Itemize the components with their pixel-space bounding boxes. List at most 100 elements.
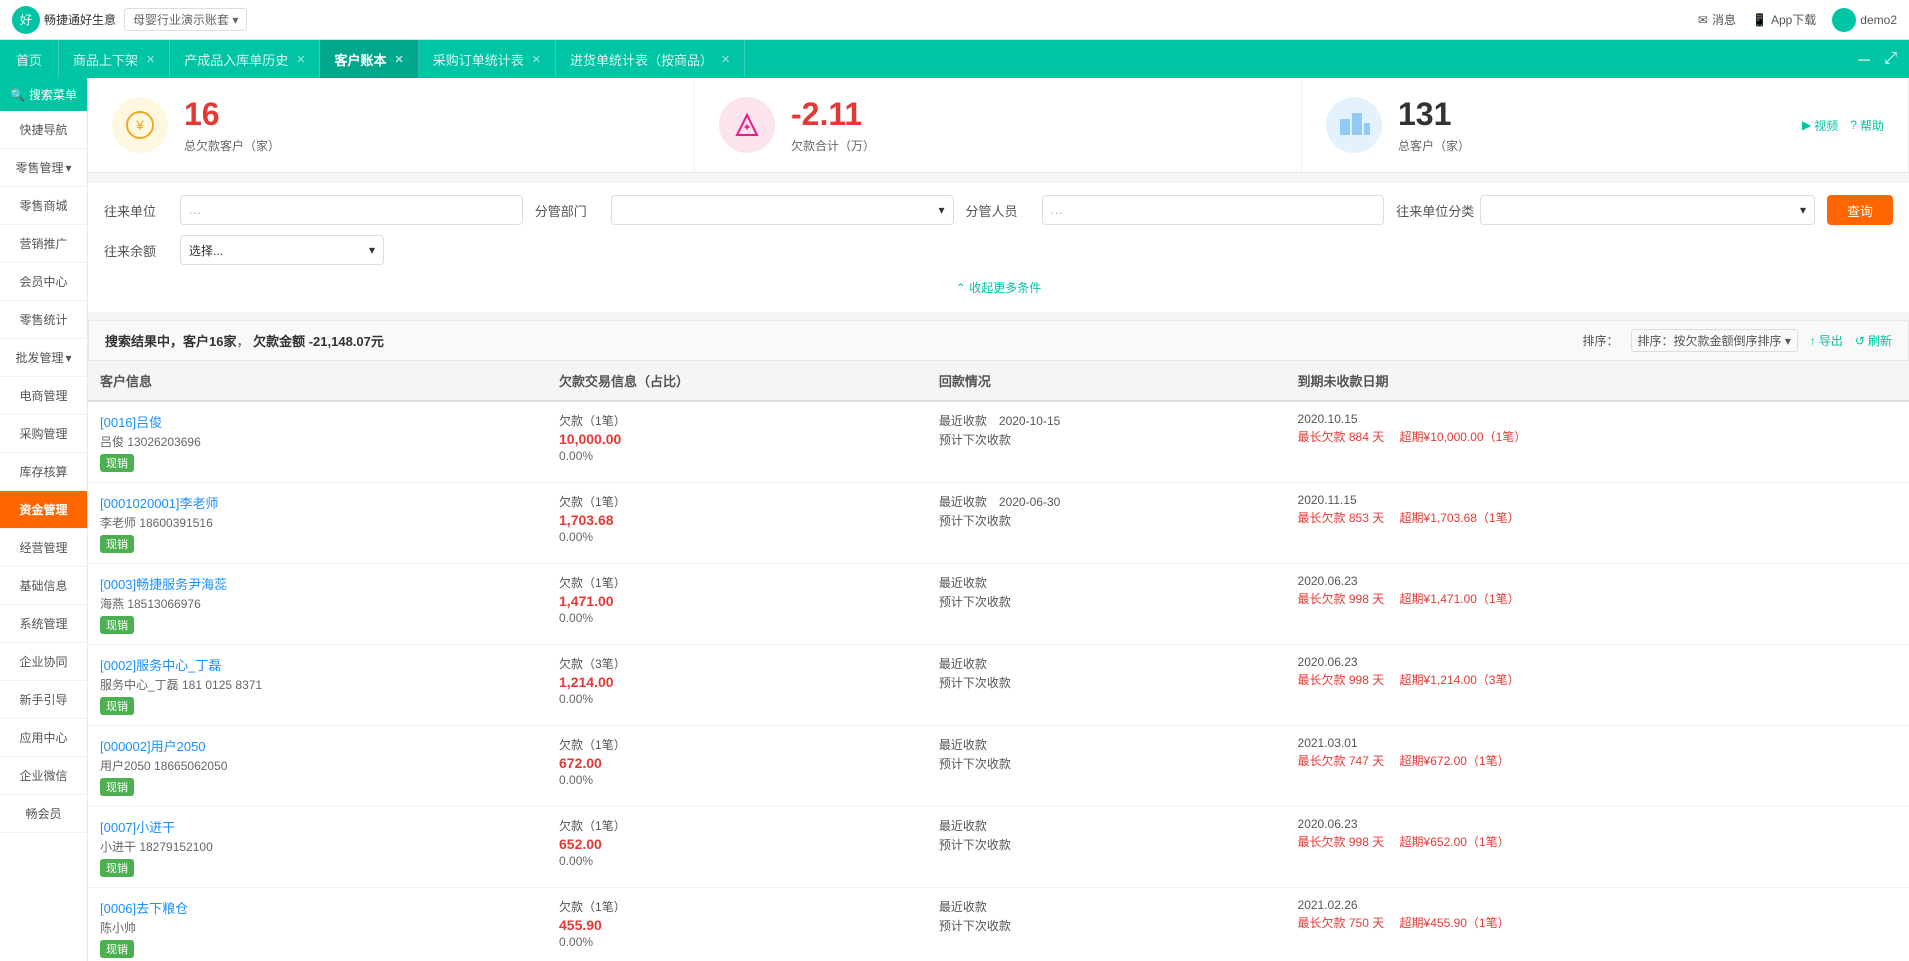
sidebar-item-retail-mgmt[interactable]: 零售管理 ▾ [0, 149, 87, 187]
close-tab-product-history[interactable]: ✕ [296, 53, 305, 66]
app-download-button[interactable]: 📱 App下载 [1752, 11, 1816, 28]
sidebar-item-system[interactable]: 系统管理 [0, 605, 87, 643]
close-tab-product-shelf[interactable]: ✕ [146, 53, 155, 66]
recovery-next-1: 预计下次收款 [939, 512, 1274, 529]
tab-product-shelf[interactable]: 商品上下架 ✕ [59, 40, 170, 78]
sidebar-item-marketing[interactable]: 营销推广 [0, 225, 87, 263]
table-header: 客户信息 欠款交易信息（占比） 回款情况 到期未收款日期 [88, 361, 1909, 401]
cell-customer-5: [0007]小进干 小进干 18279152100 现销 [88, 807, 547, 888]
video-button[interactable]: ▶ 视频 [1802, 117, 1838, 134]
tab-home[interactable]: 首页 [0, 40, 59, 78]
customer-contact-0: 吕俊 13026203696 [100, 433, 535, 450]
sidebar-item-quick-nav[interactable]: 快捷导航 [0, 111, 87, 149]
export-button[interactable]: ↑ 导出 [1810, 332, 1843, 349]
sidebar-item-app-center[interactable]: 应用中心 [0, 719, 87, 757]
card-actions: ▶ 视频 ? 帮助 [1802, 117, 1884, 134]
cell-recovery-0: 最近收款 2020-10-15 预计下次收款 [927, 401, 1286, 483]
card-total-customers: 131 总客户（家） ▶ 视频 ? 帮助 [1302, 78, 1909, 172]
sidebar-item-finance[interactable]: 资金管理 [0, 491, 87, 529]
customer-name-0[interactable]: [0016]吕俊 [100, 412, 535, 431]
cell-debt-0: 欠款（1笔） 10,000.00 0.00% [547, 401, 927, 483]
overdue-link-4[interactable]: 超期¥672.00（1笔） [1400, 754, 1510, 768]
customer-name-5[interactable]: [0007]小进干 [100, 817, 535, 836]
sidebar-item-vip[interactable]: 畅会员 [0, 795, 87, 833]
cell-recovery-4: 最近收款 预计下次收款 [927, 726, 1286, 807]
debt-percent-3: 0.00% [559, 692, 915, 706]
recovery-next-3: 预计下次收款 [939, 674, 1274, 691]
sidebar-item-retail-stats[interactable]: 零售统计 [0, 301, 87, 339]
sidebar-item-enterprise[interactable]: 企业协同 [0, 643, 87, 681]
overdue-link-6[interactable]: 超期¥455.90（1笔） [1400, 916, 1510, 930]
close-tab-purchase-summary[interactable]: ✕ [532, 53, 541, 66]
filter-row-1: 往来单位 ... 分管部门 ▾ 分管人员 ... [104, 195, 1893, 225]
dept-select[interactable]: ▾ [611, 195, 954, 225]
sidebar-item-purchase[interactable]: 采购管理 [0, 415, 87, 453]
sidebar-item-retail-mall[interactable]: 零售商城 [0, 187, 87, 225]
overdue-link-1[interactable]: 超期¥1,703.68（1笔） [1400, 511, 1520, 525]
cell-debt-5: 欠款（1笔） 652.00 0.00% [547, 807, 927, 888]
recovery-next-2: 预计下次收款 [939, 593, 1274, 610]
customer-name-6[interactable]: [0006]去下粮仓 [100, 898, 535, 917]
balance-select[interactable]: 选择... ▾ [180, 235, 384, 265]
customer-name-1[interactable]: [0001020001]李老师 [100, 493, 535, 512]
customer-name-2[interactable]: [0003]畅捷服务尹海蕊 [100, 574, 535, 593]
maximize-icon[interactable]: ⤢ [1880, 48, 1901, 70]
sidebar-item-batch-mgmt[interactable]: 批发管理 ▾ [0, 339, 87, 377]
debt-count-0: 欠款（1笔） [559, 412, 915, 429]
refresh-button[interactable]: ↺ 刷新 [1855, 332, 1892, 349]
close-tab-customer-account[interactable]: ✕ [395, 53, 404, 66]
cell-customer-0: [0016]吕俊 吕俊 13026203696 现销 [88, 401, 547, 483]
sidebar-item-member[interactable]: 会员中心 [0, 263, 87, 301]
avatar [1832, 8, 1856, 32]
close-tab-import-summary[interactable]: ✕ [721, 53, 730, 66]
overdue-link-2[interactable]: 超期¥1,471.00（1笔） [1400, 592, 1520, 606]
overdue-link-3[interactable]: 超期¥1,214.00（3笔） [1400, 673, 1520, 687]
sidebar-item-operations[interactable]: 经营管理 [0, 529, 87, 567]
summary-cards: ¥ 16 总欠款客户（家） ✦ -2.11 欠款合计（万） [88, 78, 1909, 173]
recovery-next-6: 预计下次收款 [939, 917, 1274, 934]
cell-debt-4: 欠款（1笔） 672.00 0.00% [547, 726, 927, 807]
status-badge-4: 现销 [100, 778, 134, 796]
sidebar-item-guide[interactable]: 新手引导 [0, 681, 87, 719]
sidebar-item-basic-info[interactable]: 基础信息 [0, 567, 87, 605]
message-button[interactable]: ✉ 消息 [1698, 11, 1736, 28]
sidebar-item-inventory[interactable]: 库存核算 [0, 453, 87, 491]
person-input[interactable]: ... [1042, 195, 1385, 225]
overdue-days-2: 最长欠款 998 天 超期¥1,471.00（1笔） [1298, 590, 1897, 607]
unit-category-select[interactable]: ▾ [1480, 195, 1815, 225]
filter-unit-category: 往来单位分类 ▾ [1396, 195, 1815, 225]
sidebar-item-wechat[interactable]: 企业微信 [0, 757, 87, 795]
tab-product-history[interactable]: 产成品入库单历史 ✕ [170, 40, 320, 78]
card2-label: 欠款合计（万） [791, 137, 875, 154]
sort-select[interactable]: 排序：按欠款金额倒序排序 ▾ [1631, 329, 1798, 352]
source-unit-input[interactable]: ... [180, 195, 523, 225]
overdue-days-0: 最长欠款 884 天 超期¥10,000.00（1笔） [1298, 428, 1897, 445]
system-name-selector[interactable]: 母婴行业演示账套 ▾ [124, 8, 247, 31]
tab-import-summary[interactable]: 进货单统计表（按商品） ✕ [556, 40, 745, 78]
balance-label: 往来余额 [104, 241, 174, 260]
user-avatar-button[interactable]: demo2 [1832, 8, 1897, 32]
debt-percent-1: 0.00% [559, 530, 915, 544]
customer-contact-5: 小进干 18279152100 [100, 838, 535, 855]
collapse-filters-button[interactable]: ⌃ 收起更多条件 [104, 275, 1893, 300]
status-badge-3: 现销 [100, 697, 134, 715]
customer-name-3[interactable]: [0002]服务中心_丁磊 [100, 655, 535, 674]
sidebar-search[interactable]: 🔍 搜索菜单 [0, 78, 87, 111]
overdue-link-5[interactable]: 超期¥652.00（1笔） [1400, 835, 1510, 849]
customer-name-4[interactable]: [000002]用户2050 [100, 736, 535, 755]
cell-customer-2: [0003]畅捷服务尹海蕊 海燕 18513066976 现销 [88, 564, 547, 645]
tab-purchase-summary[interactable]: 采购订单统计表 ✕ [419, 40, 556, 78]
minimize-icon[interactable]: － [1852, 45, 1876, 73]
card1-info: 16 总欠款客户（家） [184, 96, 280, 154]
logo-text: 畅捷通好生意 [44, 11, 116, 28]
search-button[interactable]: 查询 [1827, 195, 1893, 225]
cell-recovery-6: 最近收款 预计下次收款 [927, 888, 1286, 961]
debt-count-4: 欠款（1笔） [559, 736, 915, 753]
overdue-link-0[interactable]: 超期¥10,000.00（1笔） [1400, 430, 1527, 444]
help-button[interactable]: ? 帮助 [1850, 117, 1884, 134]
chevron-down-icon: ▾ [65, 351, 71, 365]
tab-customer-account[interactable]: 客户账本 ✕ [320, 40, 418, 78]
video-icon: ▶ [1802, 118, 1811, 132]
sidebar-item-ecommerce[interactable]: 电商管理 [0, 377, 87, 415]
search-icon: 🔍 [10, 88, 25, 102]
